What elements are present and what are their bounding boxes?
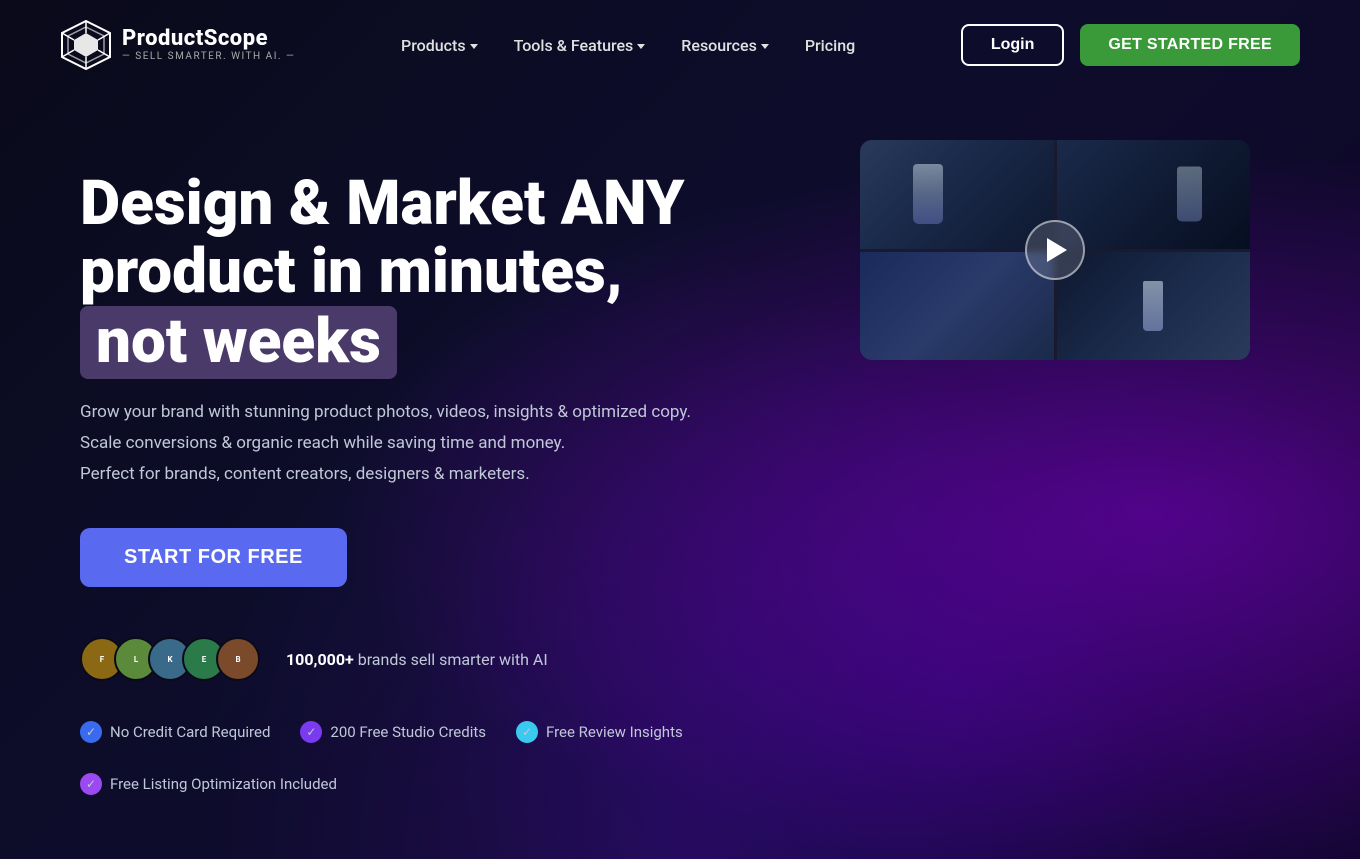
logo-icon (60, 19, 112, 71)
feature-studio-credits: ✓ 200 Free Studio Credits (300, 721, 486, 743)
brand-count: 100,000+ (286, 650, 354, 669)
logo[interactable]: ProductScope — SELL SMARTER. WITH AI. — (60, 19, 295, 71)
brand-section: F L K E B 100,000+ brands sell smarter w… (80, 637, 800, 681)
nav-resources[interactable]: Resources (667, 28, 783, 63)
logo-sub-text: — SELL SMARTER. WITH AI. — (122, 52, 295, 62)
hero-desc-line3: Perfect for brands, content creators, de… (80, 461, 800, 488)
brand-avatar-5: B (216, 637, 260, 681)
hero-section: Design & Market ANY product in minutes, … (0, 90, 1360, 795)
nav-resources-label: Resources (681, 36, 757, 55)
logo-main-text: ProductScope (122, 28, 295, 50)
hero-title: Design & Market ANY product in minutes, … (80, 170, 800, 379)
nav-tools-label: Tools & Features (514, 36, 634, 55)
feature-review-insights: ✓ Free Review Insights (516, 721, 683, 743)
brand-count-text: 100,000+ brands sell smarter with AI (286, 650, 548, 669)
play-icon (1047, 238, 1067, 262)
login-button[interactable]: Login (961, 24, 1065, 66)
nav-tools-features[interactable]: Tools & Features (500, 28, 660, 63)
feature-no-cc: ✓ No Credit Card Required (80, 721, 270, 743)
features-row: ✓ No Credit Card Required ✓ 200 Free Stu… (80, 721, 800, 795)
nav-pricing-label: Pricing (805, 36, 855, 55)
feature-label-4: Free Listing Optimization Included (110, 775, 337, 793)
nav-right: Login GET STARTED FREE (961, 24, 1300, 66)
logo-text: ProductScope — SELL SMARTER. WITH AI. — (122, 28, 295, 62)
hero-title-line1: Design & Market ANY (80, 167, 685, 240)
video-cell-4 (1057, 252, 1251, 361)
hero-desc-line2: Scale conversions & organic reach while … (80, 430, 800, 457)
chevron-down-icon (637, 44, 645, 49)
check-icon-4: ✓ (80, 773, 102, 795)
hero-left: Design & Market ANY product in minutes, … (80, 150, 800, 795)
brand-avatars: F L K E B (80, 637, 250, 681)
hero-title-highlight: not weeks (80, 306, 397, 378)
video-cell-1 (860, 140, 1054, 249)
nav-products-label: Products (401, 36, 466, 55)
navigation: ProductScope — SELL SMARTER. WITH AI. — … (0, 0, 1360, 90)
check-icon-2: ✓ (300, 721, 322, 743)
video-cell-2 (1057, 140, 1251, 249)
brand-suffix: brands sell smarter with AI (358, 650, 548, 669)
check-icon-3: ✓ (516, 721, 538, 743)
video-cell-3 (860, 252, 1054, 361)
feature-label-1: No Credit Card Required (110, 723, 270, 741)
nav-products[interactable]: Products (387, 28, 492, 63)
chevron-down-icon (761, 44, 769, 49)
feature-listing-opt: ✓ Free Listing Optimization Included (80, 773, 337, 795)
video-container[interactable] (860, 140, 1250, 360)
start-for-free-button[interactable]: START FOR FREE (80, 528, 347, 587)
hero-desc-line1: Grow your brand with stunning product ph… (80, 399, 800, 426)
get-started-button[interactable]: GET STARTED FREE (1080, 24, 1300, 66)
play-button[interactable] (1025, 220, 1085, 280)
feature-label-3: Free Review Insights (546, 723, 683, 741)
hero-right (860, 140, 1250, 360)
check-icon-1: ✓ (80, 721, 102, 743)
hero-title-line2: product in minutes, (80, 235, 623, 308)
hero-description: Grow your brand with stunning product ph… (80, 399, 800, 489)
nav-center: Products Tools & Features Resources Pric… (387, 28, 869, 63)
nav-pricing[interactable]: Pricing (791, 28, 869, 63)
chevron-down-icon (470, 44, 478, 49)
feature-label-2: 200 Free Studio Credits (330, 723, 486, 741)
